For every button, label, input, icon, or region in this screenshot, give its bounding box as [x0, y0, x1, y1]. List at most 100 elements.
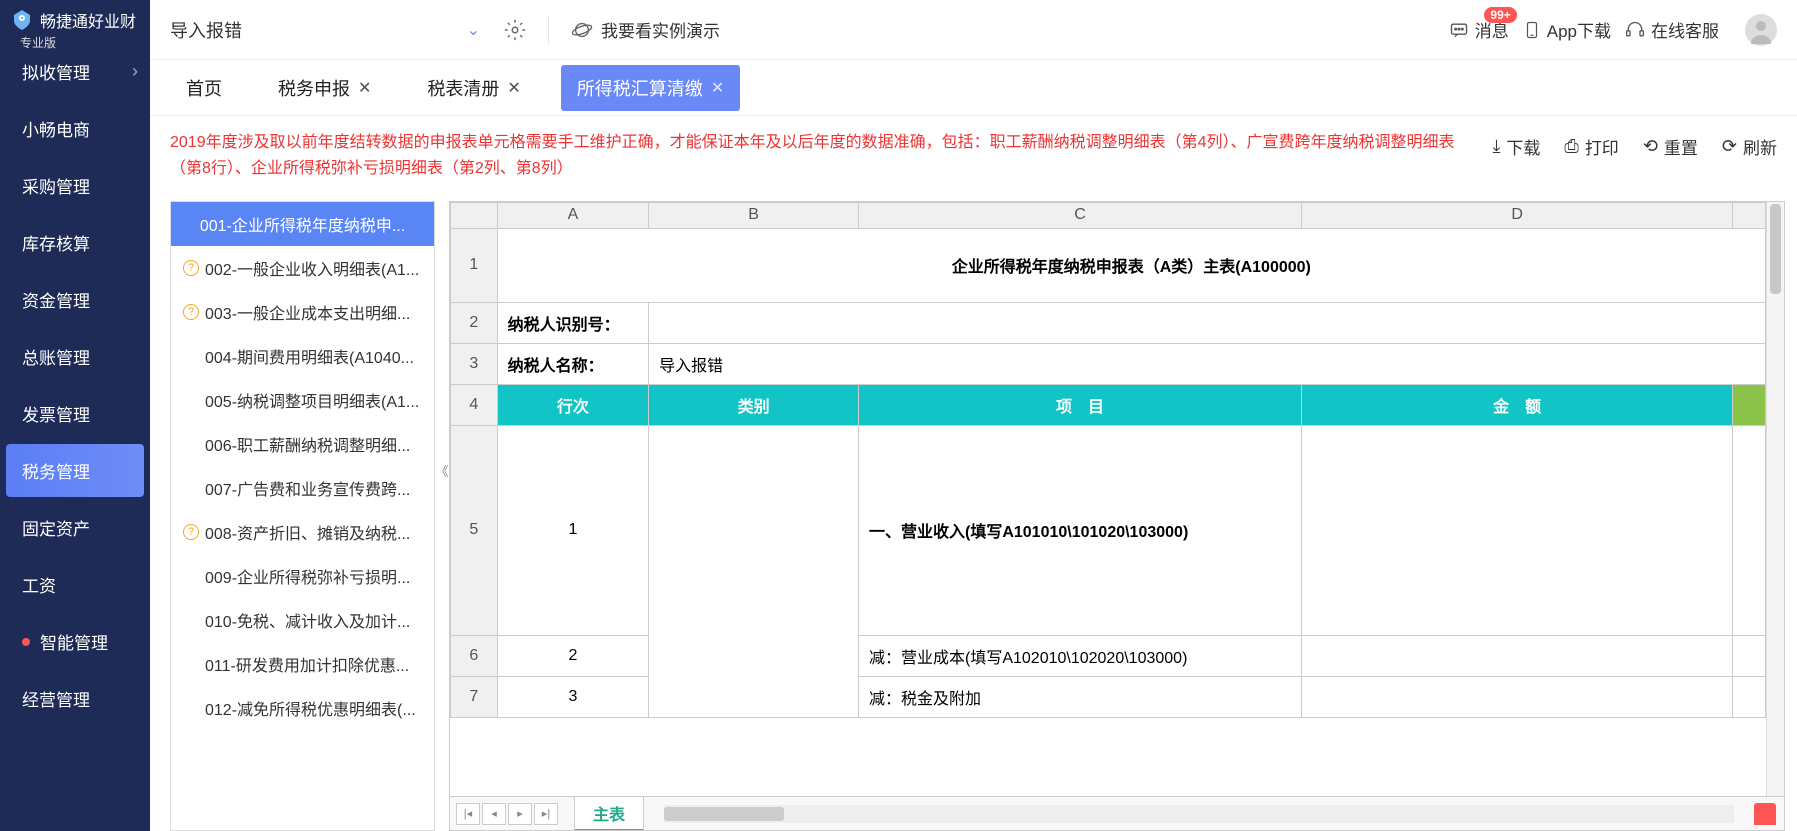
- settings-button[interactable]: [504, 19, 526, 41]
- avatar[interactable]: [1745, 14, 1777, 46]
- header-col3[interactable]: 项 目: [859, 384, 1302, 425]
- nav-first[interactable]: |◂: [456, 803, 480, 825]
- sheet-title[interactable]: 企业所得税年度纳税申报表（A类）主表(A100000): [497, 228, 1765, 302]
- sidebar-item-2[interactable]: 采购管理: [0, 157, 150, 214]
- download-button[interactable]: ⤓下载: [1492, 134, 1540, 159]
- row-head-1[interactable]: 1: [451, 228, 498, 302]
- reset-icon: ⟲: [1643, 136, 1658, 157]
- search-dropdown[interactable]: 导入报错 ⌄: [170, 17, 490, 43]
- tree-item-7[interactable]: ?008-资产折旧、摊销及纳税...: [171, 510, 434, 554]
- tree-item-label: 006-职工薪酬纳税调整明细...: [205, 432, 410, 456]
- row-6: 6 2 减：营业成本(填写A102010\102020\103000): [451, 635, 1766, 676]
- reset-button[interactable]: ⟲重置: [1643, 134, 1698, 159]
- sidebar-item-10[interactable]: 智能管理: [0, 613, 150, 670]
- nav-next[interactable]: ▸: [508, 803, 532, 825]
- tree-item-1[interactable]: ?002-一般企业收入明细表(A1...: [171, 246, 434, 290]
- r6-project[interactable]: 减：营业成本(填写A102010\102020\103000): [859, 635, 1302, 676]
- tree-item-5[interactable]: 006-职工薪酬纳税调整明细...: [171, 422, 434, 466]
- refresh-button[interactable]: ⟳刷新: [1722, 134, 1777, 159]
- r5-amount[interactable]: [1301, 425, 1732, 635]
- question-icon: ?: [183, 304, 199, 320]
- col-D[interactable]: D: [1301, 202, 1732, 228]
- row-head-2[interactable]: 2: [451, 302, 498, 343]
- r7-amount[interactable]: [1301, 676, 1732, 717]
- col-B[interactable]: B: [649, 202, 859, 228]
- sidebar-item-5[interactable]: 总账管理: [0, 328, 150, 385]
- r7-project[interactable]: 减：税金及附加: [859, 676, 1302, 717]
- tree-item-9[interactable]: 010-免税、减计收入及加计...: [171, 598, 434, 642]
- gear-icon: [504, 19, 526, 41]
- sidebar-item-7[interactable]: 税务管理: [6, 444, 144, 497]
- taxpayer-id-value[interactable]: [649, 302, 1766, 343]
- tab-2[interactable]: 税表清册✕: [411, 65, 536, 111]
- tree-item-10[interactable]: 011-研发费用加计扣除优惠...: [171, 642, 434, 686]
- r5-category[interactable]: [649, 425, 859, 717]
- col-C[interactable]: C: [859, 202, 1302, 228]
- header-col2[interactable]: 类别: [649, 384, 859, 425]
- sidebar-item-11[interactable]: 经营管理: [0, 670, 150, 727]
- tab-3[interactable]: 所得税汇算清缴✕: [561, 65, 740, 111]
- tree-item-6[interactable]: 007-广告费和业务宣传费跨...: [171, 466, 434, 510]
- sheet-body[interactable]: A B C D 1 企业所得税年度纳税申报表（A类）主表(A100000): [450, 202, 1766, 796]
- header-extra[interactable]: [1733, 384, 1766, 425]
- sidebar-item-8[interactable]: 固定资产: [0, 499, 150, 556]
- planet-icon: [571, 19, 593, 41]
- tab-1[interactable]: 税务申报✕: [262, 65, 387, 111]
- topbar: 导入报错 ⌄ 我要看实例演示 消息 99+ App下载 在线客服: [150, 0, 1797, 60]
- tree-item-0[interactable]: 001-企业所得税年度纳税申...: [171, 202, 434, 246]
- taxpayer-name-label[interactable]: 纳税人名称：: [497, 343, 649, 384]
- r6-extra[interactable]: [1733, 635, 1766, 676]
- row-head-5[interactable]: 5: [451, 425, 498, 635]
- tree-item-3[interactable]: 004-期间费用明细表(A1040...: [171, 334, 434, 378]
- header-col4[interactable]: 金 额: [1301, 384, 1732, 425]
- horizontal-scrollbar[interactable]: [664, 805, 1734, 823]
- row-head-4[interactable]: 4: [451, 384, 498, 425]
- close-icon[interactable]: ✕: [711, 78, 724, 98]
- collapse-handle[interactable]: 《: [435, 201, 449, 831]
- r7-extra[interactable]: [1733, 676, 1766, 717]
- sidebar-item-label: 工资: [22, 572, 56, 597]
- r5-project[interactable]: 一、营业收入(填写A101010\101020\103000): [859, 425, 1302, 635]
- tab-0[interactable]: 首页: [170, 65, 238, 111]
- sidebar-item-1[interactable]: 小畅电商: [0, 100, 150, 157]
- corner-cell[interactable]: [451, 202, 498, 228]
- footer-corner-icon[interactable]: [1754, 803, 1776, 825]
- row-head-6[interactable]: 6: [451, 635, 498, 676]
- close-icon[interactable]: ✕: [507, 78, 520, 98]
- r7-num[interactable]: 3: [497, 676, 649, 717]
- tree-item-2[interactable]: ?003-一般企业成本支出明细...: [171, 290, 434, 334]
- app-download-button[interactable]: App下载: [1523, 17, 1611, 42]
- taxpayer-name-value[interactable]: 导入报错: [649, 343, 1766, 384]
- sheet-tab-main[interactable]: 主表: [574, 796, 644, 831]
- nav-prev[interactable]: ◂: [482, 803, 506, 825]
- row-head-3[interactable]: 3: [451, 343, 498, 384]
- sidebar-item-9[interactable]: 工资: [0, 556, 150, 613]
- col-A[interactable]: A: [497, 202, 649, 228]
- vertical-scrollbar[interactable]: [1766, 202, 1784, 796]
- tree-item-11[interactable]: 012-减免所得税优惠明细表(...: [171, 686, 434, 730]
- row-3: 3 纳税人名称： 导入报错: [451, 343, 1766, 384]
- sidebar-item-3[interactable]: 库存核算: [0, 214, 150, 271]
- tree-item-8[interactable]: 009-企业所得税弥补亏损明...: [171, 554, 434, 598]
- print-button[interactable]: ⎙打印: [1564, 134, 1618, 159]
- nav-last[interactable]: ▸|: [534, 803, 558, 825]
- r6-amount[interactable]: [1301, 635, 1732, 676]
- r5-num[interactable]: 1: [497, 425, 649, 635]
- chevron-down-icon: ⌄: [467, 20, 480, 40]
- row-head-7[interactable]: 7: [451, 676, 498, 717]
- col-extra[interactable]: [1733, 202, 1766, 228]
- sidebar-item-4[interactable]: 资金管理: [0, 271, 150, 328]
- message-button[interactable]: 消息 99+: [1449, 17, 1509, 42]
- header-col1[interactable]: 行次: [497, 384, 649, 425]
- demo-link[interactable]: 我要看实例演示: [571, 17, 720, 42]
- sidebar-item-6[interactable]: 发票管理: [0, 385, 150, 442]
- sidebar-item-label: 税务管理: [22, 458, 90, 483]
- tree-item-label: 009-企业所得税弥补亏损明...: [205, 564, 410, 588]
- tree-item-4[interactable]: 005-纳税调整项目明细表(A1...: [171, 378, 434, 422]
- support-button[interactable]: 在线客服: [1625, 17, 1719, 42]
- close-icon[interactable]: ✕: [358, 78, 371, 98]
- r5-extra[interactable]: [1733, 425, 1766, 635]
- taxpayer-id-label[interactable]: 纳税人识别号：: [497, 302, 649, 343]
- sidebar-item-0[interactable]: 拟收管理: [0, 59, 150, 100]
- r6-num[interactable]: 2: [497, 635, 649, 676]
